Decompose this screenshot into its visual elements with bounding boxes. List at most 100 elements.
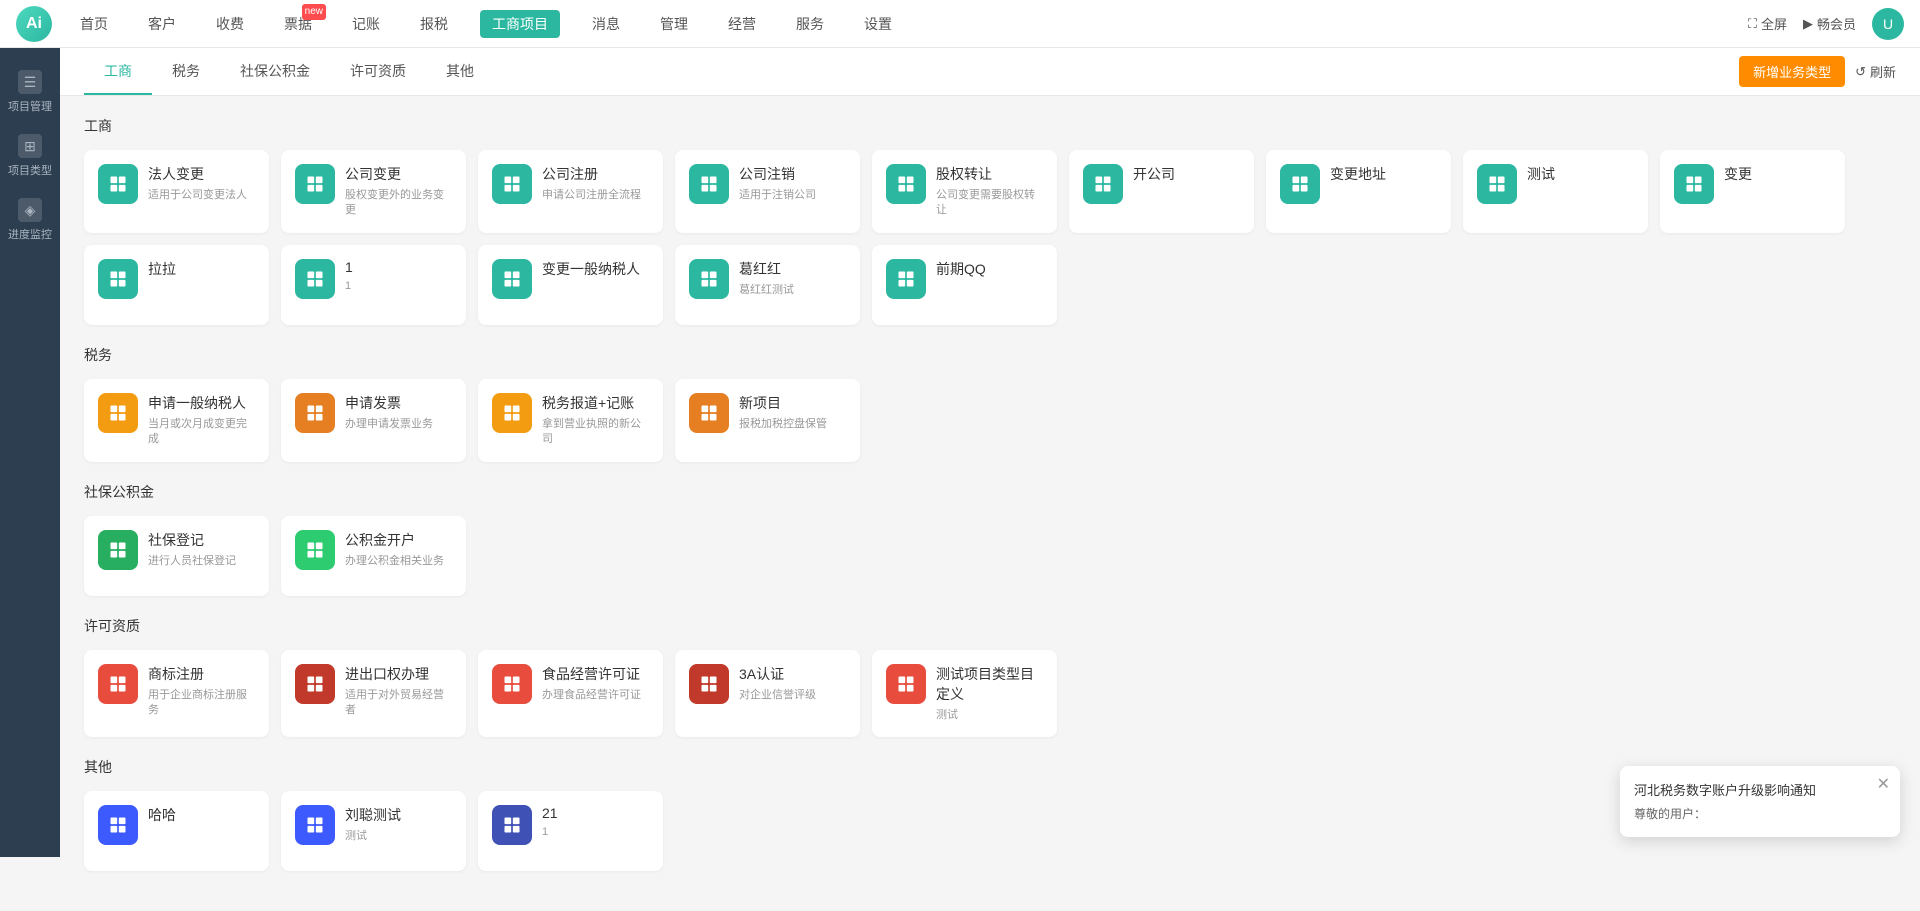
- card-icon-svg: [699, 674, 719, 694]
- nav-item-设置[interactable]: 设置: [856, 10, 900, 38]
- card-法人变更[interactable]: 法人变更 适用于公司变更法人: [84, 150, 269, 233]
- card-text: 测试: [1527, 164, 1634, 188]
- top-nav: Ai 首页客户收费票据new记账报税工商项目消息管理经营服务设置 ⛶ 全屏 ▶ …: [0, 0, 1920, 48]
- card-title: 公司注册: [542, 164, 649, 184]
- card-21[interactable]: 21 1: [478, 791, 663, 871]
- card-sub: 申请公司注册全流程: [542, 188, 649, 203]
- sidebar-icon: ☰: [18, 70, 42, 94]
- card-title: 刘聪测试: [345, 805, 452, 825]
- card-葛红红[interactable]: 葛红红 葛红红测试: [675, 245, 860, 325]
- card-申请一般纳税人[interactable]: 申请一般纳税人 当月或次月成变更完成: [84, 379, 269, 462]
- section-title-工商: 工商: [84, 116, 1896, 136]
- card-商标注册[interactable]: 商标注册 用于企业商标注册服务: [84, 650, 269, 737]
- card-税务报道+记账[interactable]: 税务报道+记账 拿到营业执照的新公司: [478, 379, 663, 462]
- card-text: 葛红红 葛红红测试: [739, 259, 846, 298]
- card-sub: 葛红红测试: [739, 283, 846, 298]
- sub-tab-工商[interactable]: 工商: [84, 49, 152, 95]
- card-icon: [295, 664, 335, 704]
- nav-item-经营[interactable]: 经营: [720, 10, 764, 38]
- card-title: 社保登记: [148, 530, 255, 550]
- sub-tab-税务[interactable]: 税务: [152, 49, 220, 95]
- card-title: 变更地址: [1330, 164, 1437, 184]
- card-前期QQ[interactable]: 前期QQ: [872, 245, 1057, 325]
- new-type-button[interactable]: 新增业务类型: [1739, 56, 1845, 87]
- sub-tab-许可资质[interactable]: 许可资质: [330, 49, 426, 95]
- card-icon: [295, 805, 335, 845]
- avatar[interactable]: U: [1872, 8, 1904, 40]
- nav-item-首页[interactable]: 首页: [72, 10, 116, 38]
- card-title: 拉拉: [148, 259, 255, 279]
- nav-item-报税[interactable]: 报税: [412, 10, 456, 38]
- card-刘聪测试[interactable]: 刘聪测试 测试: [281, 791, 466, 871]
- card-icon-svg: [502, 269, 522, 289]
- sidebar-icon: ⊞: [18, 134, 42, 158]
- card-进出口权办理[interactable]: 进出口权办理 适用于对外贸易经营者: [281, 650, 466, 737]
- nav-item-消息[interactable]: 消息: [584, 10, 628, 38]
- card-icon-svg: [108, 403, 128, 423]
- card-icon-svg: [1487, 174, 1507, 194]
- card-3A认证[interactable]: 3A认证 对企业信誉评级: [675, 650, 860, 737]
- card-text: 社保登记 进行人员社保登记: [148, 530, 255, 569]
- card-icon: [295, 530, 335, 570]
- notification-close[interactable]: ✕: [1877, 774, 1890, 794]
- nav-item-记账[interactable]: 记账: [344, 10, 388, 38]
- card-新项目[interactable]: 新项目 报税加税控盘保管: [675, 379, 860, 462]
- cards-grid-社保公积金: 社保登记 进行人员社保登记 公积金开户 办理公积金相关业务: [84, 516, 1896, 596]
- refresh-button[interactable]: ↺ 刷新: [1855, 62, 1896, 81]
- card-sub: 测试: [936, 708, 1043, 723]
- card-变更一般纳税人[interactable]: 变更一般纳税人: [478, 245, 663, 325]
- nav-item-收费[interactable]: 收费: [208, 10, 252, 38]
- nav-items: 首页客户收费票据new 记账报税工商项目消息管理经营服务设置: [72, 10, 1748, 38]
- section-title-税务: 税务: [84, 345, 1896, 365]
- card-icon: [886, 164, 926, 204]
- card-text: 公积金开户 办理公积金相关业务: [345, 530, 452, 569]
- card-变更地址[interactable]: 变更地址: [1266, 150, 1451, 233]
- section-title-许可资质: 许可资质: [84, 616, 1896, 636]
- card-icon: [98, 164, 138, 204]
- sub-tab-其他[interactable]: 其他: [426, 49, 494, 95]
- nav-item-管理[interactable]: 管理: [652, 10, 696, 38]
- sidebar-item-进度监控[interactable]: ◈ 进度监控: [0, 188, 60, 252]
- card-测试项目类型目定义[interactable]: 测试项目类型目定义 测试: [872, 650, 1057, 737]
- card-公司注销[interactable]: 公司注销 适用于注销公司: [675, 150, 860, 233]
- refresh-icon: ↺: [1855, 64, 1866, 80]
- sidebar-item-项目类型[interactable]: ⊞ 项目类型: [0, 124, 60, 188]
- nav-right: ⛶ 全屏 ▶ 畅会员 U: [1748, 8, 1904, 40]
- fullscreen-btn[interactable]: ⛶ 全屏: [1748, 14, 1787, 33]
- card-变更[interactable]: 变更: [1660, 150, 1845, 233]
- card-公积金开户[interactable]: 公积金开户 办理公积金相关业务: [281, 516, 466, 596]
- card-icon: [492, 164, 532, 204]
- card-title: 税务报道+记账: [542, 393, 649, 413]
- nav-item-工商项目[interactable]: 工商项目: [480, 10, 560, 38]
- card-公司注册[interactable]: 公司注册 申请公司注册全流程: [478, 150, 663, 233]
- card-公司变更[interactable]: 公司变更 股权变更外的业务变更: [281, 150, 466, 233]
- card-社保登记[interactable]: 社保登记 进行人员社保登记: [84, 516, 269, 596]
- card-申请发票[interactable]: 申请发票 办理申请发票业务: [281, 379, 466, 462]
- card-股权转让[interactable]: 股权转让 公司变更需要股权转让: [872, 150, 1057, 233]
- card-测试[interactable]: 测试: [1463, 150, 1648, 233]
- nav-item-票据[interactable]: 票据new: [276, 10, 320, 38]
- card-sub: 适用于注销公司: [739, 188, 846, 203]
- sub-tab-社保公积金[interactable]: 社保公积金: [220, 49, 330, 95]
- card-icon-svg: [699, 174, 719, 194]
- card-拉拉[interactable]: 拉拉: [84, 245, 269, 325]
- card-icon: [98, 664, 138, 704]
- card-icon: [492, 664, 532, 704]
- card-icon: [689, 664, 729, 704]
- member-btn[interactable]: ▶ 畅会员: [1803, 14, 1856, 33]
- card-title: 葛红红: [739, 259, 846, 279]
- card-1[interactable]: 1 1: [281, 245, 466, 325]
- card-sub: 公司变更需要股权转让: [936, 188, 1043, 219]
- nav-item-服务[interactable]: 服务: [788, 10, 832, 38]
- card-开公司[interactable]: 开公司: [1069, 150, 1254, 233]
- card-title: 食品经营许可证: [542, 664, 649, 684]
- cards-grid-工商: 法人变更 适用于公司变更法人 公司变更 股权变更外的业务变更: [84, 150, 1896, 325]
- card-食品经营许可证[interactable]: 食品经营许可证 办理食品经营许可证: [478, 650, 663, 737]
- card-哈哈[interactable]: 哈哈: [84, 791, 269, 871]
- sidebar-item-项目管理[interactable]: ☰ 项目管理: [0, 60, 60, 124]
- nav-item-客户[interactable]: 客户: [140, 10, 184, 38]
- card-icon: [1674, 164, 1714, 204]
- card-sub: 适用于公司变更法人: [148, 188, 255, 203]
- fullscreen-icon: ⛶: [1748, 16, 1757, 32]
- card-text: 食品经营许可证 办理食品经营许可证: [542, 664, 649, 703]
